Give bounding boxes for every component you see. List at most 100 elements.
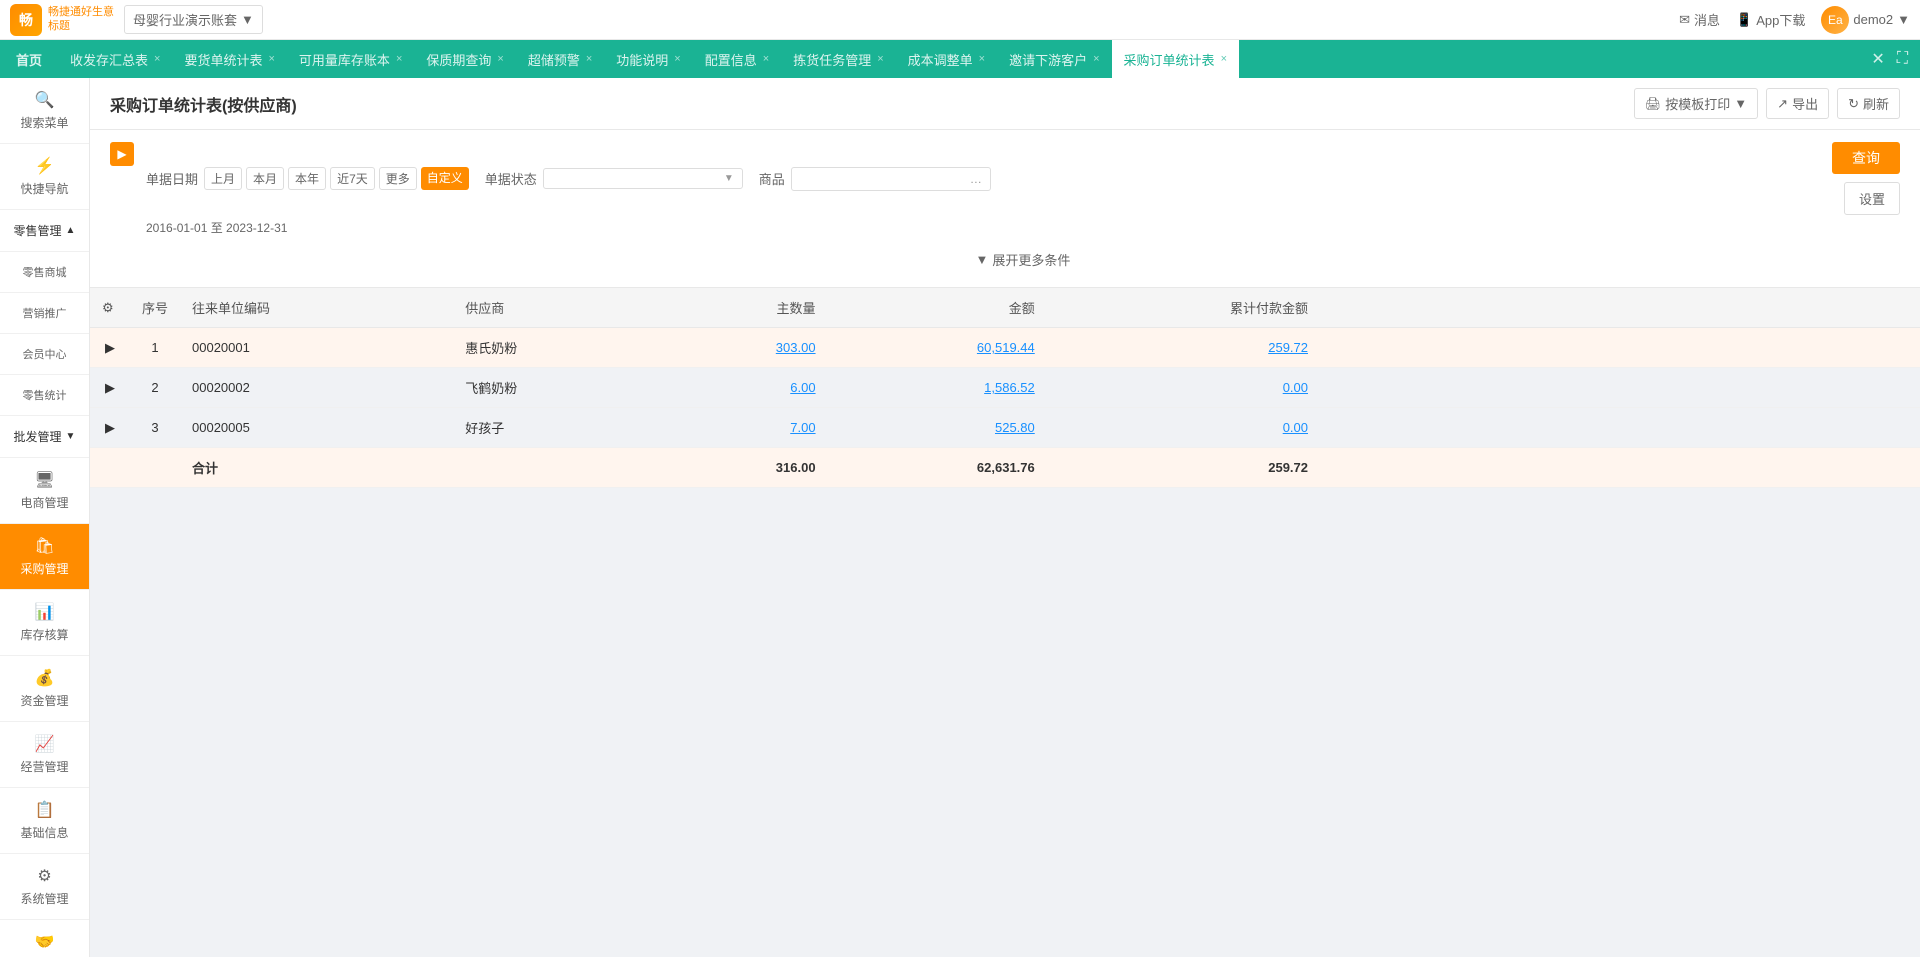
tab-close-icon[interactable]: × xyxy=(763,53,769,65)
tab-peizhi[interactable]: 配置信息 × xyxy=(693,40,781,78)
tab-yaohuo[interactable]: 要货单统计表 × xyxy=(172,40,286,78)
tab-chaojing[interactable]: 超储预警 × xyxy=(516,40,604,78)
tab-close-icon[interactable]: × xyxy=(1093,53,1099,65)
tab-close-icon[interactable]: × xyxy=(674,53,680,65)
sidebar-item-collab[interactable]: 🤝 企业协同 xyxy=(0,920,89,957)
sidebar-item-search[interactable]: 🔍 搜索菜单 xyxy=(0,78,89,144)
row-settings-icon[interactable]: ▶ xyxy=(90,408,130,448)
tab-gongneng[interactable]: 功能说明 × xyxy=(604,40,692,78)
col-amount: 金额 xyxy=(828,288,1047,328)
tab-caigou-active[interactable]: 采购订单统计表 × xyxy=(1112,40,1239,78)
page-content: 采购订单统计表(按供应商) 🖨 按模板打印 ▼ ↗ 导出 ↻ 刷新 xyxy=(90,78,1920,957)
footer-amount: 62,631.76 xyxy=(828,448,1047,488)
wholesale-label: 批发管理 xyxy=(14,428,62,445)
sidebar-item-basic[interactable]: 📋 基础信息 xyxy=(0,788,89,854)
sidebar-item-retail[interactable]: 零售管理 ▲ xyxy=(0,210,89,252)
ecommerce-icon: 🖥 xyxy=(34,470,54,490)
col-supplier: 供应商 xyxy=(453,288,657,328)
date-7days[interactable]: 近7天 xyxy=(330,167,375,190)
tab-chengben[interactable]: 成本调整单 × xyxy=(896,40,997,78)
message-btn[interactable]: ✉ 消息 xyxy=(1679,10,1720,29)
sidebar-item-wholesale[interactable]: 批发管理 ▼ xyxy=(0,416,89,458)
sidebar-item-quick[interactable]: ⚡ 快捷导航 xyxy=(0,144,89,210)
row-qty[interactable]: 6.00 xyxy=(657,368,828,408)
footer-empty2 xyxy=(130,448,180,488)
row-settings-icon[interactable]: ▶ xyxy=(90,328,130,368)
export-btn[interactable]: ↗ 导出 xyxy=(1766,88,1829,119)
template-print-btn[interactable]: 🖨 按模板打印 ▼ xyxy=(1634,88,1758,119)
footer-empty4 xyxy=(1320,448,1920,488)
sidebar: 🔍 搜索菜单 ⚡ 快捷导航 零售管理 ▲ 零售商城 营销推广 会员中心 零售统计 xyxy=(0,78,90,957)
sidebar-item-retail-stat[interactable]: 零售统计 xyxy=(0,375,89,416)
expand-arrow-icon: ▶ xyxy=(105,420,115,435)
tab-close-icon[interactable]: × xyxy=(979,53,985,65)
date-more[interactable]: 更多 xyxy=(379,167,417,190)
tab-baozhi[interactable]: 保质期查询 × xyxy=(414,40,515,78)
sidebar-item-marketing[interactable]: 营销推广 xyxy=(0,293,89,334)
col-code: 往来单位编码 xyxy=(180,288,453,328)
tab-yaoqing[interactable]: 邀请下游客户 × xyxy=(997,40,1111,78)
tab-close-icon[interactable]: × xyxy=(497,53,503,65)
query-btn[interactable]: 查询 xyxy=(1832,142,1900,174)
status-select[interactable]: ▼ xyxy=(543,168,743,189)
sidebar-item-finance[interactable]: 💰 资金管理 xyxy=(0,656,89,722)
status-filter: 单据状态 ▼ xyxy=(485,168,743,189)
row-qty[interactable]: 7.00 xyxy=(657,408,828,448)
tab-close-icon[interactable]: × xyxy=(586,53,592,65)
tab-home[interactable]: 首页 xyxy=(0,40,58,78)
table-wrapper: ⚙ 序号 往来单位编码 供应商 主数量 金额 累计付款金额 xyxy=(90,288,1920,957)
nav-expand-icon[interactable]: ⛶ xyxy=(1893,46,1912,72)
user-menu[interactable]: Ea demo2 ▼ xyxy=(1821,6,1910,34)
sidebar-item-shop[interactable]: 零售商城 xyxy=(0,252,89,293)
expand-arrow-icon: ▶ xyxy=(105,380,115,395)
row-paid[interactable]: 0.00 xyxy=(1047,408,1320,448)
sidebar-item-inventory[interactable]: 📊 库存核算 xyxy=(0,590,89,656)
row-qty[interactable]: 303.00 xyxy=(657,328,828,368)
tab-jianhuo[interactable]: 拣货任务管理 × xyxy=(781,40,895,78)
breadcrumb-select[interactable]: 母婴行业演示账套 ▼ xyxy=(124,5,263,34)
sidebar-item-member[interactable]: 会员中心 xyxy=(0,334,89,375)
date-this-month[interactable]: 本月 xyxy=(246,167,284,190)
sidebar-item-ecommerce[interactable]: 🖥 电商管理 xyxy=(0,458,89,524)
row-extra xyxy=(1320,328,1920,368)
date-custom-tag[interactable]: 自定义 xyxy=(421,167,469,190)
expand-arrow-icon: ▶ xyxy=(105,340,115,355)
nav-close-icon[interactable]: ✕ xyxy=(1867,45,1888,73)
tab-close-icon[interactable]: × xyxy=(1221,53,1227,65)
footer-empty1 xyxy=(90,448,130,488)
date-this-year[interactable]: 本年 xyxy=(288,167,326,190)
goods-more-icon[interactable]: … xyxy=(970,172,982,186)
finance-icon: 💰 xyxy=(35,668,55,688)
message-icon: ✉ xyxy=(1679,12,1690,28)
tab-close-icon[interactable]: × xyxy=(396,53,402,65)
sidebar-item-purchase[interactable]: 🛍 采购管理 xyxy=(0,524,89,590)
expand-btn[interactable]: ▼ 展开更多条件 xyxy=(146,244,1900,275)
sidebar-item-system[interactable]: ⚙ 系统管理 xyxy=(0,854,89,920)
tab-close-icon[interactable]: × xyxy=(268,53,274,65)
date-last-month[interactable]: 上月 xyxy=(204,167,242,190)
footer-label: 合计 xyxy=(180,448,453,488)
row-amount[interactable]: 1,586.52 xyxy=(828,368,1047,408)
row-paid[interactable]: 0.00 xyxy=(1047,368,1320,408)
footer-empty3 xyxy=(453,448,657,488)
tab-close-icon[interactable]: × xyxy=(154,53,160,65)
goods-input[interactable]: … xyxy=(791,167,991,191)
refresh-btn[interactable]: ↻ 刷新 xyxy=(1837,88,1900,119)
tab-shoufacun[interactable]: 收发存汇总表 × xyxy=(58,40,172,78)
app-download-btn[interactable]: 📱 App下载 xyxy=(1736,10,1805,29)
row-amount[interactable]: 60,519.44 xyxy=(828,328,1047,368)
tab-close-icon[interactable]: × xyxy=(877,53,883,65)
row-amount[interactable]: 525.80 xyxy=(828,408,1047,448)
row-supplier: 惠氏奶粉 xyxy=(453,328,657,368)
row-paid[interactable]: 259.72 xyxy=(1047,328,1320,368)
row-settings-icon[interactable]: ▶ xyxy=(90,368,130,408)
settings-btn[interactable]: 设置 xyxy=(1844,182,1900,215)
row-index: 1 xyxy=(130,328,180,368)
col-settings[interactable]: ⚙ xyxy=(90,288,130,328)
sidebar-item-operations[interactable]: 📈 经营管理 xyxy=(0,722,89,788)
col-extra xyxy=(1320,288,1920,328)
footer-paid: 259.72 xyxy=(1047,448,1320,488)
tab-kuyong[interactable]: 可用量库存账本 × xyxy=(287,40,414,78)
col-qty: 主数量 xyxy=(657,288,828,328)
collapse-btn[interactable]: ▶ xyxy=(110,142,134,166)
